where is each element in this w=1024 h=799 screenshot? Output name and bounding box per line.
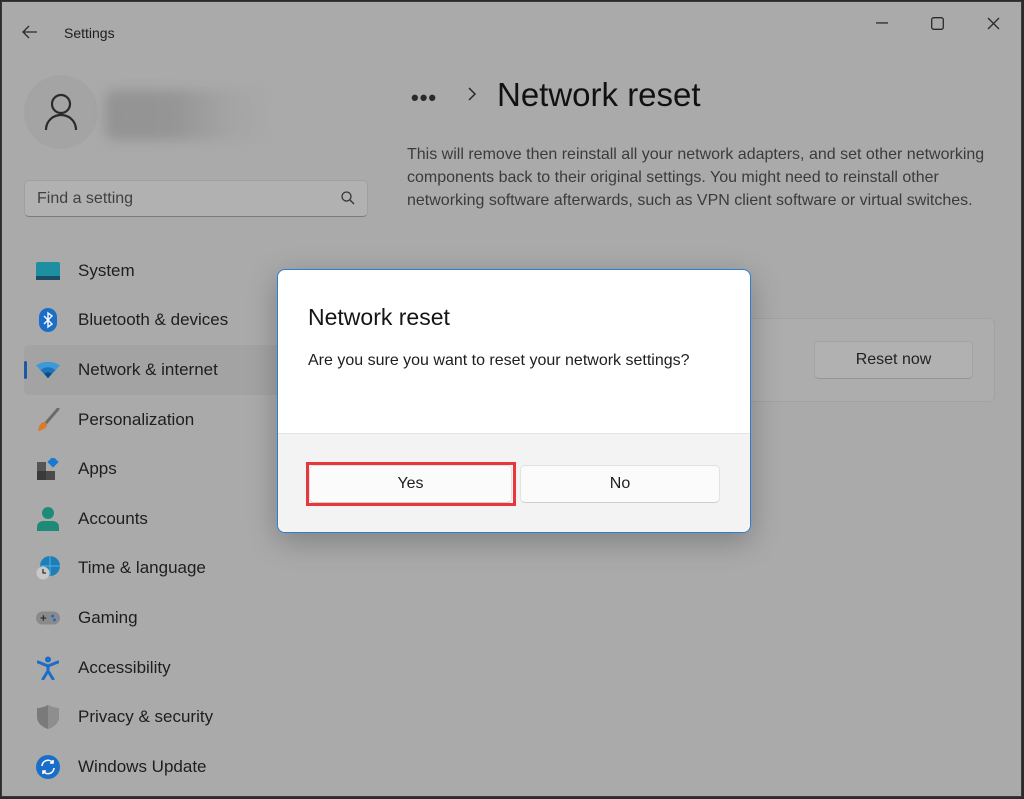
sidebar-item-personalization[interactable]: Personalization — [24, 395, 284, 445]
sidebar-item-label: Windows Update — [78, 756, 207, 776]
active-indicator — [24, 361, 27, 380]
page-title: Network reset — [497, 76, 701, 113]
search-icon[interactable] — [341, 191, 355, 205]
sidebar-item-network[interactable]: Network & internet — [24, 345, 284, 395]
chevron-right-icon — [468, 87, 477, 101]
accessibility-icon — [36, 656, 60, 680]
dialog-message: Are you sure you want to reset your netw… — [308, 352, 690, 369]
avatar[interactable] — [24, 75, 98, 149]
back-arrow-icon — [22, 25, 37, 39]
yes-button[interactable]: Yes — [309, 465, 512, 503]
sidebar-item-label: Privacy & security — [78, 707, 214, 727]
breadcrumb-more-button[interactable]: ••• — [411, 85, 451, 111]
sidebar-item-label: Apps — [78, 459, 117, 479]
apps-icon — [36, 457, 60, 481]
page-description: This will remove then reinstall all your… — [407, 146, 985, 209]
reset-now-button[interactable]: Reset now — [814, 341, 973, 379]
wifi-icon — [36, 358, 60, 382]
sidebar-item-label: Time & language — [78, 558, 206, 578]
gamepad-icon — [36, 606, 60, 630]
system-icon — [36, 259, 60, 283]
sidebar-item-label: Gaming — [78, 607, 138, 627]
title-bar: Settings — [2, 2, 1021, 46]
maximize-button[interactable] — [914, 8, 960, 38]
maximize-icon — [930, 16, 944, 30]
update-icon — [36, 754, 60, 779]
no-button[interactable]: No — [520, 465, 720, 503]
time-language-icon — [36, 556, 60, 580]
person-icon — [44, 93, 78, 131]
sidebar-item-label: System — [78, 260, 135, 280]
sidebar-item-label: Accessibility — [78, 657, 171, 677]
settings-window: Settings System — [1, 1, 1022, 797]
confirm-dialog: Network reset Are you sure you want to r… — [277, 269, 751, 533]
minimize-icon — [876, 22, 888, 24]
dialog-title: Network reset — [308, 304, 450, 330]
breadcrumb: ••• Network reset — [411, 76, 701, 118]
accounts-icon — [36, 506, 60, 531]
sidebar-item-label: Bluetooth & devices — [78, 310, 229, 330]
sidebar-item-label: Accounts — [78, 508, 148, 528]
close-button[interactable] — [970, 8, 1016, 38]
user-name-blurred — [105, 90, 275, 140]
search-box[interactable] — [24, 180, 368, 217]
sidebar-item-accessibility[interactable]: Accessibility — [24, 643, 284, 693]
sidebar-item-system[interactable]: System — [24, 246, 284, 296]
back-button[interactable] — [16, 18, 44, 46]
sidebar-item-apps[interactable]: Apps — [24, 444, 284, 494]
search-input[interactable] — [37, 187, 327, 211]
sidebar-item-time-language[interactable]: Time & language — [24, 544, 284, 594]
sidebar-item-accounts[interactable]: Accounts — [24, 494, 284, 544]
bluetooth-icon — [36, 308, 60, 333]
brush-icon — [36, 407, 60, 432]
minimize-button[interactable] — [859, 8, 905, 38]
sidebar-item-label: Network & internet — [78, 359, 218, 379]
sidebar-item-privacy[interactable]: Privacy & security — [24, 692, 284, 742]
sidebar-item-windows-update[interactable]: Windows Update — [24, 742, 284, 792]
close-icon — [987, 17, 999, 29]
sidebar-item-gaming[interactable]: Gaming — [24, 593, 284, 643]
dialog-footer: Yes No — [278, 433, 750, 532]
sidebar-nav: System Bluetooth & devices Network & int… — [24, 246, 284, 792]
app-title: Settings — [64, 25, 115, 41]
sidebar-item-bluetooth[interactable]: Bluetooth & devices — [24, 296, 284, 346]
sidebar-item-label: Personalization — [78, 409, 195, 429]
shield-icon — [36, 705, 60, 730]
